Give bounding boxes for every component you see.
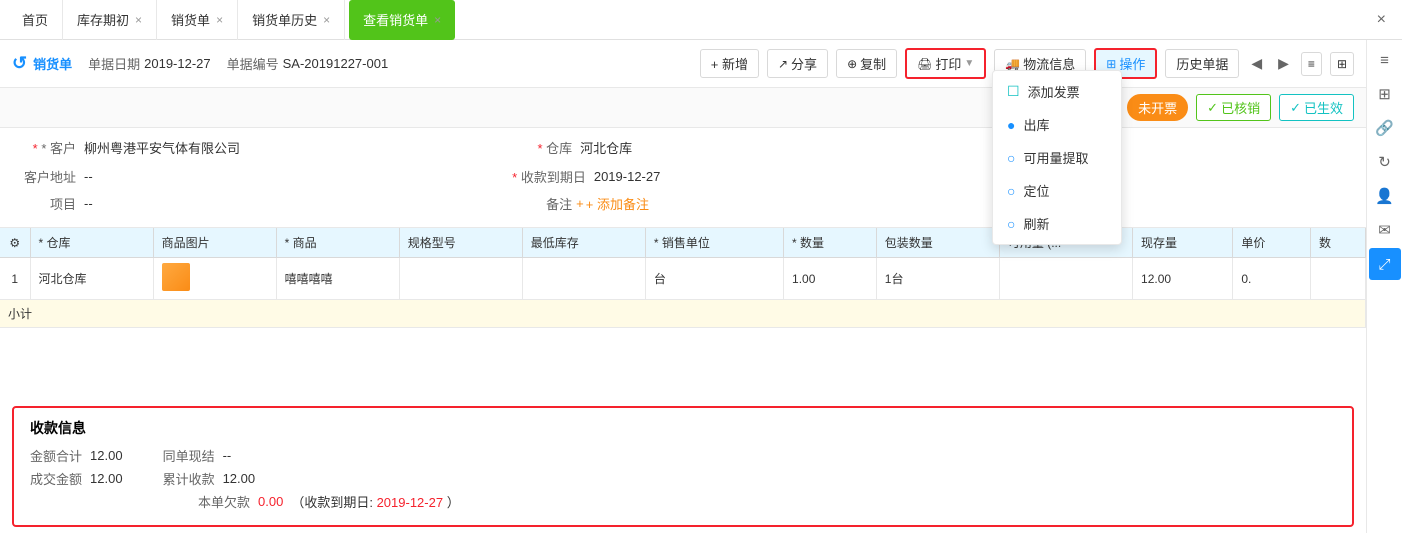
- row-warehouse: 河北仓库: [30, 258, 153, 300]
- doc-title: ↺ 销货单: [12, 53, 72, 74]
- row-min-stock: [522, 258, 645, 300]
- tab-sales-history[interactable]: 销货单历史 ×: [238, 0, 345, 40]
- copy-button[interactable]: ⊕ 复制: [836, 49, 897, 78]
- table-row: 1 河北仓库 嘻嘻嘻嘻 台 1.00 1台 12.00 0.: [0, 258, 1366, 300]
- document-header: ↺ 销货单 单据日期 2019-12-27 单据编号 SA-20191227-0…: [0, 40, 1366, 88]
- out-warehouse-icon: ●: [1007, 117, 1015, 133]
- col-unit: * 销售单位: [645, 228, 783, 258]
- not-open-ticket-button[interactable]: 未开票: [1127, 94, 1188, 121]
- deal-amount-field: 成交金额 12.00: [30, 469, 123, 488]
- operation-dropdown: ☐ 添加发票 ● 出库 ○ 可用量提取 ○ 定位 ○ 刷新: [992, 70, 1122, 245]
- row-num: 1: [0, 258, 30, 300]
- effective-button[interactable]: ✓ 已生效: [1279, 94, 1354, 121]
- dropdown-out-warehouse[interactable]: ● 出库: [993, 108, 1121, 141]
- subtotal-label: 小计: [0, 300, 1366, 328]
- product-table: ⚙ * 仓库 商品图片 * 商品 规格型号 最低库存 * 销售单位 * 数量 包…: [0, 227, 1366, 400]
- balance-field: 本单欠款 0.00 （收款到期日: 2019-12-27 ）: [198, 492, 460, 511]
- new-button[interactable]: + 新增: [700, 49, 759, 78]
- history-button[interactable]: 历史单据: [1165, 49, 1239, 78]
- row-image: [153, 258, 276, 300]
- col-product: * 商品: [276, 228, 399, 258]
- dropdown-add-invoice[interactable]: ☐ 添加发票: [993, 75, 1121, 108]
- doc-number-meta: 单据编号 SA-20191227-001: [227, 54, 389, 73]
- row-available: [999, 258, 1132, 300]
- col-amount: 数: [1310, 228, 1365, 258]
- row-pack-qty: 1台: [876, 258, 999, 300]
- col-stock: 现存量: [1133, 228, 1233, 258]
- row-price: 0.: [1233, 258, 1311, 300]
- payment-date-field: * 收款到期日 2019-12-27: [512, 167, 1000, 186]
- locate-icon: ○: [1007, 183, 1015, 199]
- dropdown-available-qty[interactable]: ○ 可用量提取: [993, 141, 1121, 174]
- form-section: * * 客户 柳州粤港平安气体有限公司 * 仓库 河北仓库 业务员 演示账号 客…: [0, 128, 1366, 227]
- subtotal-row: 小计: [0, 300, 1366, 328]
- tab-inventory[interactable]: 库存期初 ×: [63, 0, 157, 40]
- payment-section: 收款信息 金额合计 12.00 同单现结 -- 成交金额 12.00 累计收款: [12, 406, 1354, 527]
- share-button[interactable]: ↗ 分享: [767, 49, 828, 78]
- dropdown-refresh[interactable]: ○ 刷新: [993, 207, 1121, 240]
- col-quantity: * 数量: [784, 228, 877, 258]
- doc-date-meta: 单据日期 2019-12-27: [88, 54, 211, 73]
- tab-bar: 首页 库存期初 × 销货单 × 销货单历史 × 查看销货单 × ×: [0, 0, 1402, 40]
- col-spec: 规格型号: [399, 228, 522, 258]
- window-close-button[interactable]: ×: [1369, 11, 1394, 29]
- row-stock: 12.00: [1133, 258, 1233, 300]
- tab-view-sales[interactable]: 查看销货单 ×: [349, 0, 455, 40]
- address-field: 客户地址 --: [16, 167, 504, 186]
- warehouse-field: * 仓库 河北仓库: [512, 136, 1000, 159]
- dropdown-locate[interactable]: ○ 定位: [993, 174, 1121, 207]
- sidebar-icon-4[interactable]: ↻: [1369, 146, 1401, 178]
- tab-sales-close[interactable]: ×: [216, 13, 223, 27]
- customer-field: * * 客户 柳州粤港平安气体有限公司: [16, 136, 504, 159]
- project-field: 项目 --: [16, 194, 504, 213]
- nav-next[interactable]: ▶: [1274, 55, 1293, 72]
- row-spec: [399, 258, 522, 300]
- sidebar-icon-1[interactable]: ≡: [1369, 44, 1401, 76]
- available-qty-icon: ○: [1007, 150, 1015, 166]
- cumulative-field: 累计收款 12.00: [163, 469, 256, 488]
- col-gear[interactable]: ⚙: [0, 228, 30, 258]
- tab-view-sales-close[interactable]: ×: [434, 13, 441, 27]
- col-pack-qty: 包装数量: [876, 228, 999, 258]
- view-toggle-grid[interactable]: ⊞: [1330, 52, 1354, 76]
- total-field: 金额合计 12.00: [30, 446, 123, 465]
- row-amount: [1310, 258, 1365, 300]
- view-toggle-list[interactable]: ≡: [1301, 52, 1322, 76]
- tab-sales[interactable]: 销货单 ×: [157, 0, 238, 40]
- nav-prev[interactable]: ◀: [1247, 55, 1266, 72]
- tab-sales-history-close[interactable]: ×: [323, 13, 330, 27]
- row-unit: 台: [645, 258, 783, 300]
- sidebar-icon-6[interactable]: ✉: [1369, 214, 1401, 246]
- tab-inventory-close[interactable]: ×: [135, 13, 142, 27]
- row-quantity: 1.00: [784, 258, 877, 300]
- right-sidebar: ≡ ⊞ 🔗 ↻ 👤 ✉ ⤢: [1366, 40, 1402, 533]
- payment-title: 收款信息: [30, 418, 1336, 438]
- col-price: 单价: [1233, 228, 1311, 258]
- add-note-button[interactable]: + + 添加备注: [576, 194, 649, 213]
- checked-button[interactable]: ✓ 已核销: [1196, 94, 1271, 121]
- col-image: 商品图片: [153, 228, 276, 258]
- status-row: 📱 来自手机 未开票 ✓ 已核销 ✓ 已生效: [0, 88, 1366, 128]
- tab-home[interactable]: 首页: [8, 0, 63, 40]
- col-warehouse: * 仓库: [30, 228, 153, 258]
- sidebar-icon-3[interactable]: 🔗: [1369, 112, 1401, 144]
- print-button[interactable]: 🖨 打印 ▼: [905, 48, 986, 79]
- same-settlement-field: 同单现结 --: [163, 446, 232, 465]
- product-image: [162, 263, 190, 291]
- sidebar-icon-5[interactable]: 👤: [1369, 180, 1401, 212]
- add-invoice-icon: ☐: [1007, 83, 1020, 100]
- row-product: 嘻嘻嘻嘻: [276, 258, 399, 300]
- sidebar-icon-2[interactable]: ⊞: [1369, 78, 1401, 110]
- refresh-icon: ○: [1007, 216, 1015, 232]
- remark-field: 备注 + + 添加备注: [512, 194, 1000, 213]
- sidebar-icon-7[interactable]: ⤢: [1369, 248, 1401, 280]
- col-min-stock: 最低库存: [522, 228, 645, 258]
